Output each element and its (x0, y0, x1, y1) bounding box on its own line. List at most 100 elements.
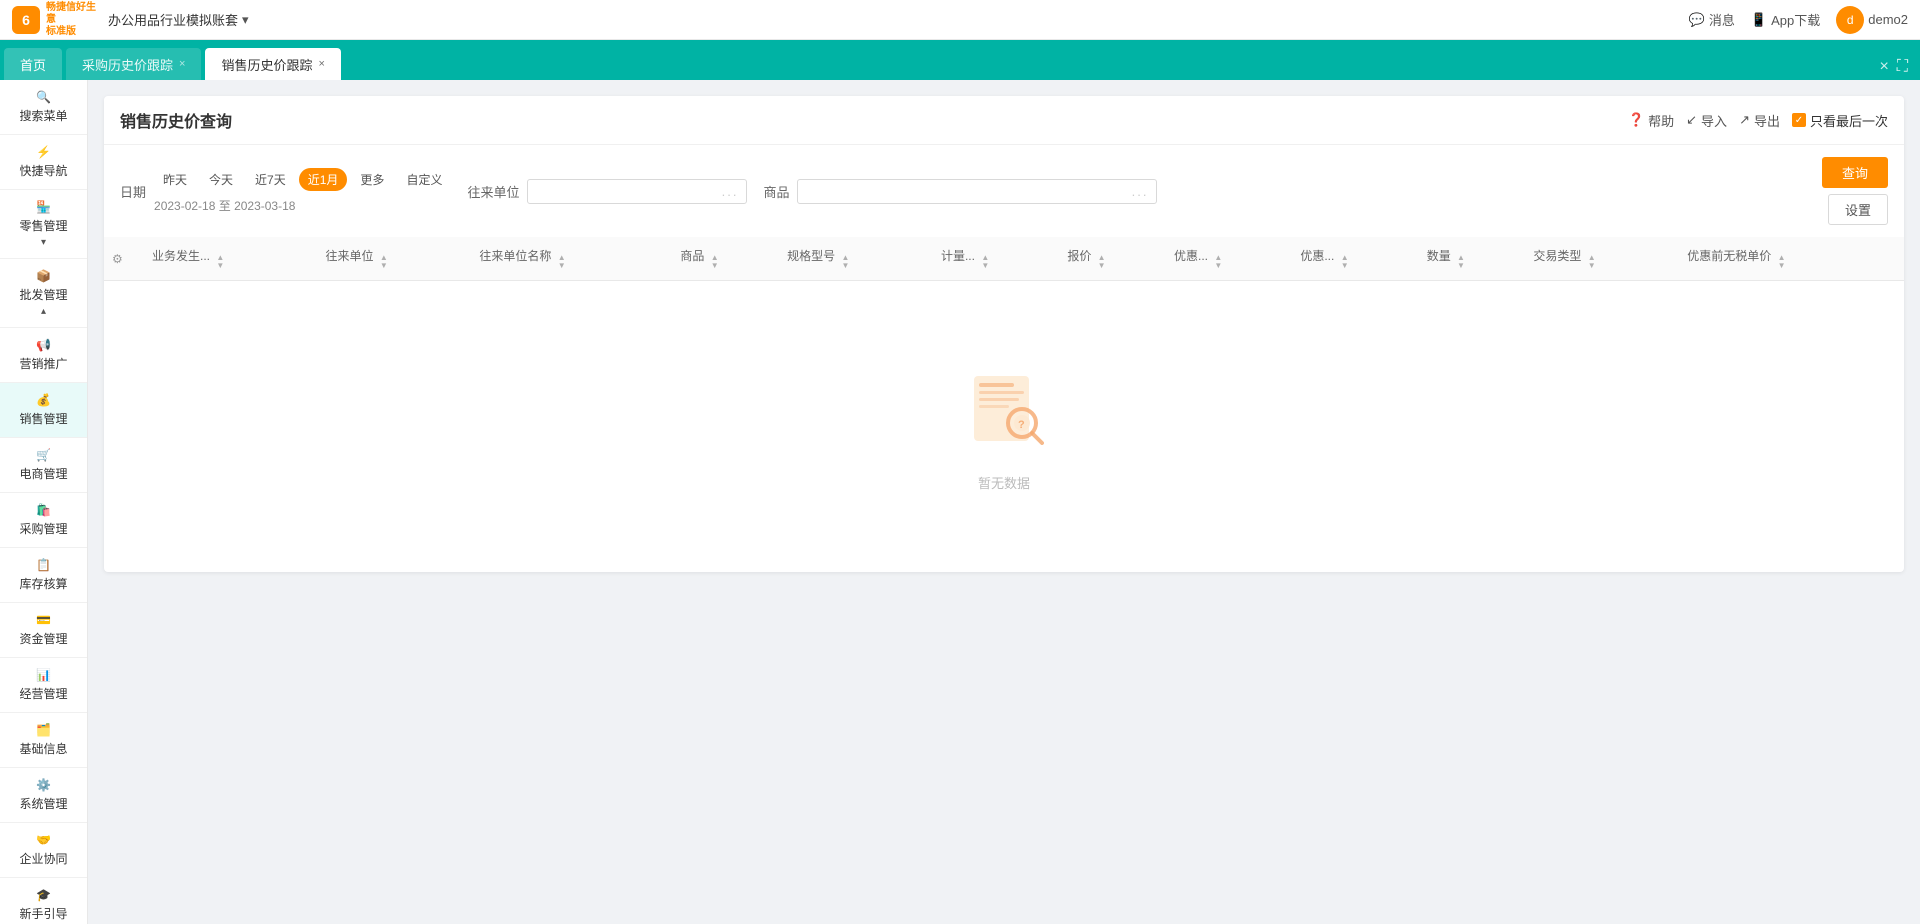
tab-bar: 首页 采购历史价跟踪 × 销售历史价跟踪 × × ⛶ (0, 40, 1920, 80)
table-header-row: ⚙ 业务发生... ▲▼ 往来单位 ▲▼ 往来单位名称 (104, 237, 1904, 281)
app-selector[interactable]: 办公用品行业模拟账套 ▾ (108, 10, 249, 29)
content-area: 销售历史价查询 ❓ 帮助 ↙ 导入 ↗ 导出 ✓ (88, 80, 1920, 924)
date-btn-1month[interactable]: 近1月 (299, 168, 348, 191)
date-btn-7days[interactable]: 近7天 (246, 168, 295, 191)
chevron-down-icon: ▾ (41, 237, 46, 248)
table-settings-icon[interactable]: ⚙ (112, 252, 123, 266)
date-btn-custom[interactable]: 自定义 (397, 168, 451, 191)
sort-icon[interactable]: ▲▼ (1098, 254, 1106, 270)
basic-info-icon: 🗂️ (36, 723, 51, 737)
sidebar-item-sales-mgmt[interactable]: 💰 销售管理 (0, 383, 87, 438)
table-col-discount1: 优惠... ▲▼ (1166, 237, 1292, 281)
top-bar-right: 💬 消息 📱 App下载 d demo2 (1689, 6, 1908, 34)
empty-icon: ? (954, 361, 1054, 461)
table-col-discount2: 优惠... ▲▼ (1292, 237, 1418, 281)
empty-text: 暂无数据 (978, 473, 1030, 492)
sidebar-item-enterprise[interactable]: 🤝 企业协同 (0, 823, 87, 878)
enterprise-icon: 🤝 (36, 833, 51, 847)
import-button[interactable]: ↙ 导入 (1686, 111, 1727, 130)
close-all-tabs-button[interactable]: × (1879, 58, 1888, 76)
tab-bar-actions: × ⛶ (1879, 58, 1920, 80)
only-last-checkbox[interactable]: ✓ 只看最后一次 (1792, 111, 1888, 130)
fullscreen-button[interactable]: ⛶ (1897, 58, 1908, 76)
date-btn-more[interactable]: 更多 (351, 168, 393, 191)
sidebar-item-system[interactable]: ⚙️ 系统管理 (0, 768, 87, 823)
sidebar-item-purchase[interactable]: 🛍️ 采购管理 (0, 493, 87, 548)
sidebar-item-shortcut[interactable]: ⚡ 快捷导航 (0, 135, 87, 190)
sidebar-item-guide[interactable]: 🎓 新手引导 (0, 878, 87, 924)
filter-action-area: 查询 设置 (1822, 157, 1888, 225)
page-header: 销售历史价查询 ❓ 帮助 ↙ 导入 ↗ 导出 ✓ (104, 96, 1904, 145)
sort-icon[interactable]: ▲▼ (981, 254, 989, 270)
chat-icon: 💬 (1689, 12, 1705, 28)
date-btn-today[interactable]: 今天 (200, 168, 242, 191)
close-tab-purchase[interactable]: × (179, 58, 185, 70)
shortcut-icon: ⚡ (36, 145, 51, 159)
logo-icon: 6 (12, 6, 40, 34)
avatar: d (1836, 6, 1864, 34)
help-button[interactable]: ❓ 帮助 (1628, 111, 1674, 130)
table-col-product: 商品 ▲▼ (672, 237, 779, 281)
date-buttons: 昨天 今天 近7天 近1月 更多 自定义 (154, 168, 451, 191)
sort-icon[interactable]: ▲▼ (216, 254, 224, 270)
chat-button[interactable]: 💬 消息 (1689, 10, 1735, 29)
tab-purchase-history[interactable]: 采购历史价跟踪 × (66, 48, 201, 80)
sidebar-item-search[interactable]: 🔍 搜索菜单 (0, 80, 87, 135)
source-input-dots: ... (722, 184, 739, 199)
table-col-partner-code: 往来单位 ▲▼ (318, 237, 472, 281)
sidebar-item-retail[interactable]: 🏪 零售管理 ▾ (0, 190, 87, 259)
sort-icon[interactable]: ▲▼ (1588, 254, 1596, 270)
tab-sales-history[interactable]: 销售历史价跟踪 × (205, 48, 340, 80)
product-input[interactable]: ... (797, 179, 1157, 204)
source-label: 往来单位 (467, 182, 519, 201)
page-title: 销售历史价查询 (120, 108, 232, 132)
sidebar-item-basic-info[interactable]: 🗂️ 基础信息 (0, 713, 87, 768)
source-input[interactable]: ... (527, 179, 747, 204)
checkbox-icon: ✓ (1792, 113, 1806, 127)
date-filter-group: 日期 昨天 今天 近7天 近1月 更多 自定义 2023-02-18 至 202… (120, 168, 451, 214)
inventory-icon: 📋 (36, 558, 51, 572)
table-col-quote: 报价 ▲▼ (1059, 237, 1166, 281)
sidebar-item-wholesale[interactable]: 📦 批发管理 ▴ (0, 259, 87, 328)
user-menu[interactable]: d demo2 (1836, 6, 1908, 34)
sidebar-item-inventory[interactable]: 📋 库存核算 (0, 548, 87, 603)
product-filter-group: 商品 ... (763, 179, 1157, 204)
export-button[interactable]: ↗ 导出 (1739, 111, 1780, 130)
sort-icon[interactable]: ▲▼ (380, 254, 388, 270)
date-range: 2023-02-18 至 2023-03-18 (154, 197, 451, 214)
sidebar-item-operations[interactable]: 📊 经营管理 (0, 658, 87, 713)
download-icon: 📱 (1751, 12, 1767, 28)
sort-icon[interactable]: ▲▼ (558, 254, 566, 270)
sort-icon[interactable]: ▲▼ (711, 254, 719, 270)
sidebar: 🔍 搜索菜单 ⚡ 快捷导航 🏪 零售管理 ▾ 📦 批发管理 ▴ 📢 营销推广 💰… (0, 80, 88, 924)
query-button[interactable]: 查询 (1822, 157, 1888, 188)
svg-text:?: ? (1018, 419, 1025, 431)
search-icon: 🔍 (36, 90, 51, 104)
chevron-down-icon: ▾ (242, 12, 249, 28)
sort-icon[interactable]: ▲▼ (841, 254, 849, 270)
sidebar-item-ecommerce[interactable]: 🛒 电商管理 (0, 438, 87, 493)
date-btn-yesterday[interactable]: 昨天 (154, 168, 196, 191)
table-wrapper: ⚙ 业务发生... ▲▼ 往来单位 ▲▼ 往来单位名称 (104, 237, 1904, 281)
sort-icon[interactable]: ▲▼ (1778, 254, 1786, 270)
sort-icon[interactable]: ▲▼ (1214, 254, 1222, 270)
tab-home[interactable]: 首页 (4, 48, 62, 80)
guide-icon: 🎓 (36, 888, 51, 902)
page-card: 销售历史价查询 ❓ 帮助 ↙ 导入 ↗ 导出 ✓ (104, 96, 1904, 572)
sidebar-item-marketing[interactable]: 📢 营销推广 (0, 328, 87, 383)
sidebar-item-finance[interactable]: 💳 资金管理 (0, 603, 87, 658)
table-col-trade-type: 交易类型 ▲▼ (1525, 237, 1679, 281)
table-col-biz-date: 业务发生... ▲▼ (144, 237, 318, 281)
settings-button[interactable]: 设置 (1828, 194, 1888, 225)
product-input-dots: ... (1132, 184, 1149, 199)
sort-icon[interactable]: ▲▼ (1457, 254, 1465, 270)
empty-illustration: ? (954, 361, 1054, 461)
sort-icon[interactable]: ▲▼ (1341, 254, 1349, 270)
close-tab-sales[interactable]: × (318, 58, 324, 70)
finance-icon: 💳 (36, 613, 51, 627)
empty-state: ? 暂无数据 (104, 281, 1904, 572)
app-download-button[interactable]: 📱 App下载 (1751, 10, 1820, 29)
table-col-partner-name: 往来单位名称 ▲▼ (471, 237, 672, 281)
marketing-icon: 📢 (36, 338, 51, 352)
logo-area: 6 畅捷信好生意 标准版 (12, 2, 100, 38)
